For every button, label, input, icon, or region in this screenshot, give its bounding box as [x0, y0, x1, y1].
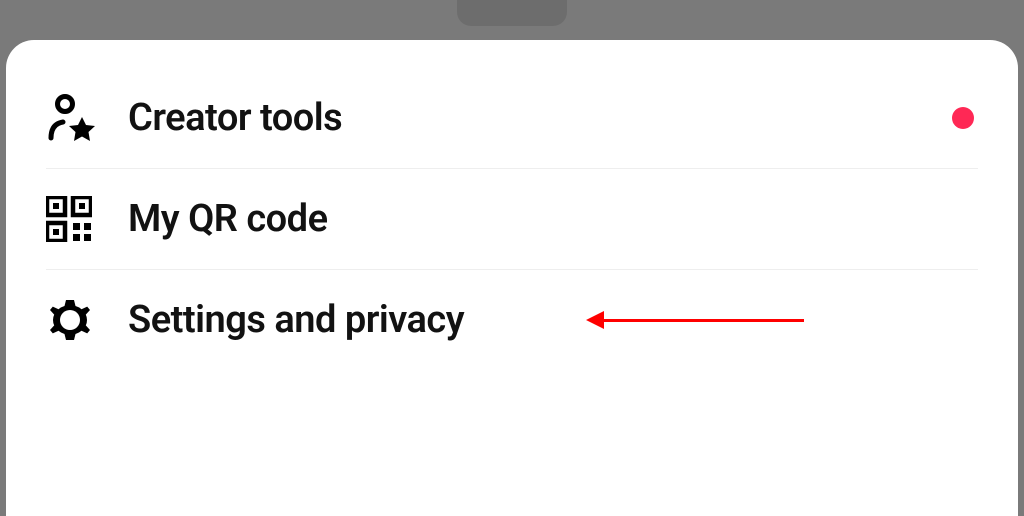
bottom-sheet-menu: Creator tools My QR code: [6, 40, 1018, 516]
menu-item-settings-privacy[interactable]: Settings and privacy: [6, 270, 1018, 370]
menu-item-label: My QR code: [128, 197, 328, 241]
sheet-handle: [457, 0, 567, 26]
annotation-arrow: [586, 311, 804, 329]
qr-code-icon: [46, 197, 102, 241]
user-star-icon: [46, 96, 102, 140]
notification-badge: [952, 107, 974, 129]
menu-item-creator-tools[interactable]: Creator tools: [6, 68, 1018, 168]
gear-icon: [46, 298, 102, 342]
menu-item-qr-code[interactable]: My QR code: [6, 169, 1018, 269]
menu-item-label: Settings and privacy: [128, 298, 464, 342]
menu-item-label: Creator tools: [128, 96, 342, 140]
